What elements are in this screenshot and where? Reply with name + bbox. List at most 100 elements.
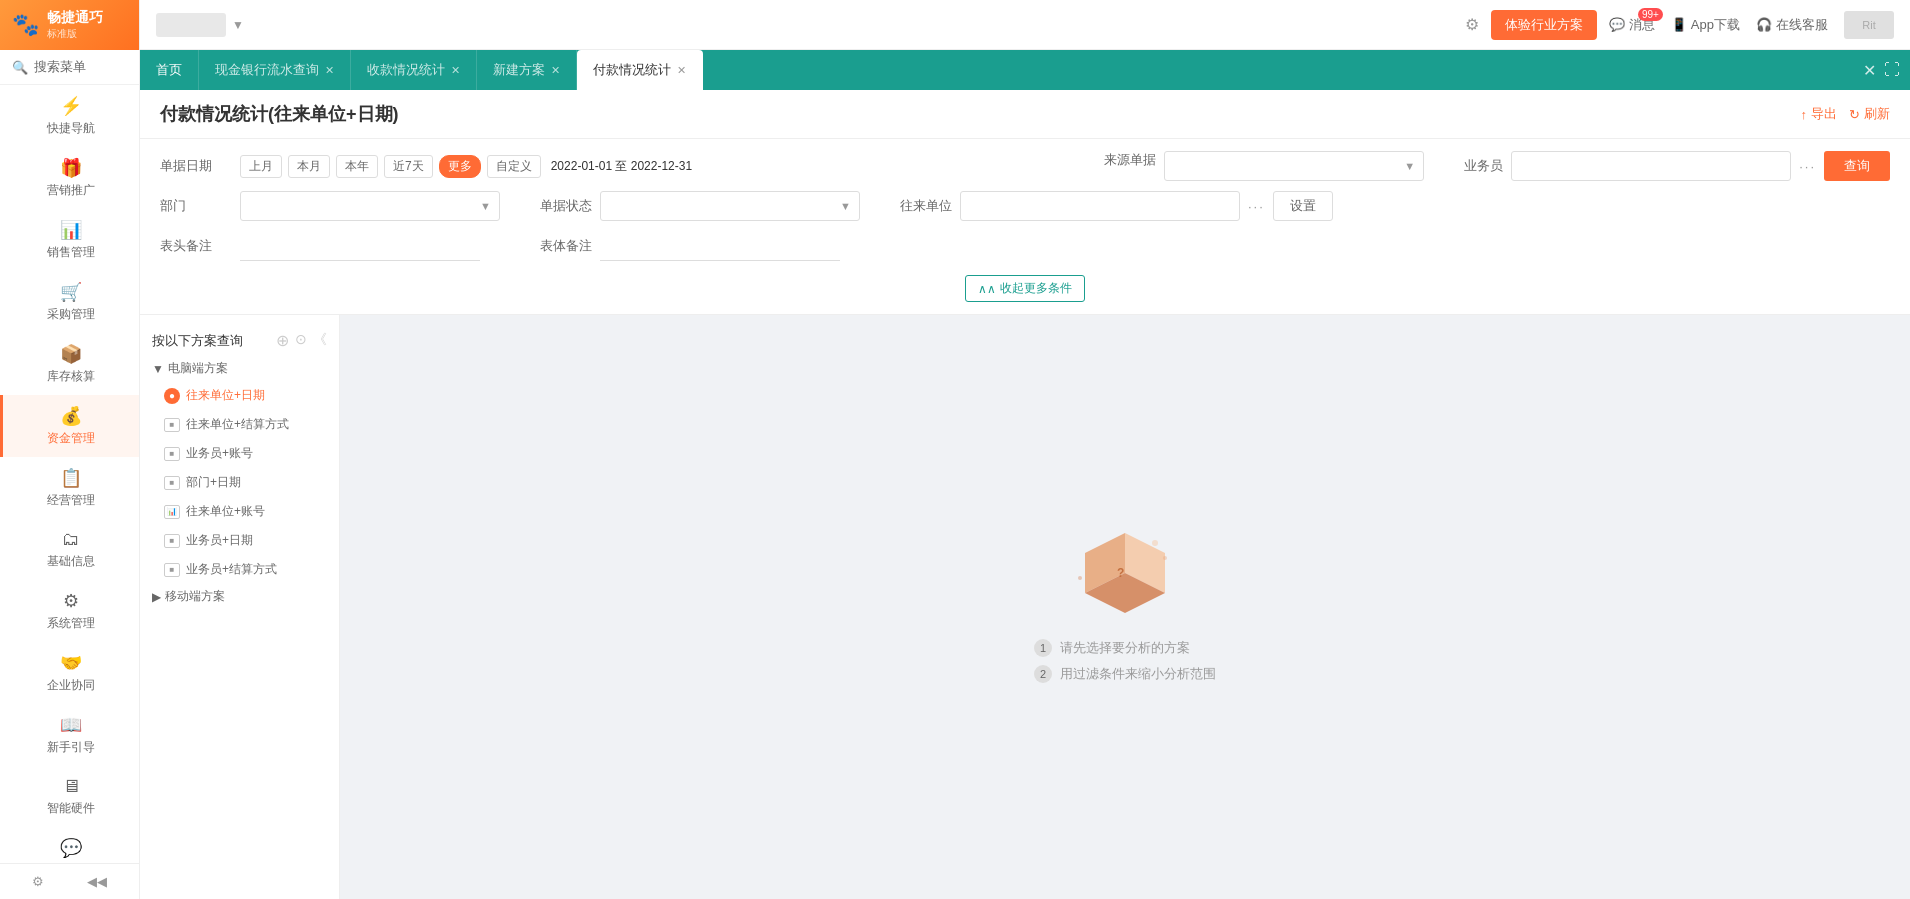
svg-text:?: ? — [1117, 566, 1124, 580]
scheme-item-partner-account[interactable]: 📊 往来单位+账号 — [140, 497, 339, 526]
panel-settings-icon[interactable]: ⊙ — [295, 331, 307, 350]
export-btn[interactable]: ↑ 导出 — [1801, 105, 1838, 123]
refresh-icon: ↻ — [1849, 107, 1860, 122]
topbar-user-avatar: Rit — [1844, 11, 1894, 39]
sidebar-item-label: 采购管理 — [47, 306, 95, 323]
tab-home[interactable]: 首页 — [140, 50, 199, 90]
date-btn-this-month[interactable]: 本月 — [288, 155, 330, 178]
user-dropdown-arrow[interactable]: ▼ — [232, 18, 244, 32]
mobile-scheme-title[interactable]: ▶ 移动端方案 — [140, 584, 339, 609]
sidebar-item-guide[interactable]: 📖 新手引导 — [0, 704, 139, 766]
sidebar-item-operation[interactable]: 📋 经营管理 — [0, 457, 139, 519]
status-filter-label: 单据状态 — [540, 197, 592, 215]
dept-select[interactable]: ▼ — [240, 191, 500, 221]
panel-actions: ⊕ ⊙ 《 — [276, 331, 327, 350]
sidebar-footer: ⚙ ◀◀ — [0, 863, 139, 899]
sidebar-item-finance[interactable]: 💰 资金管理 — [0, 395, 139, 457]
tab-payment-stat[interactable]: 收款情况统计 ✕ — [351, 50, 477, 90]
scheme-item-partner-settle[interactable]: ■ 往来单位+结算方式 — [140, 410, 339, 439]
topbar-user-info: ▼ — [156, 13, 1453, 37]
marketing-icon: 🎁 — [60, 157, 82, 179]
pc-scheme-arrow: ▼ — [152, 362, 164, 376]
empty-tips: 1 请先选择要分析的方案 2 用过滤条件来缩小分析范围 — [1034, 639, 1216, 691]
body-note-input[interactable] — [600, 231, 840, 261]
date-btn-this-year[interactable]: 本年 — [336, 155, 378, 178]
refresh-label: 刷新 — [1864, 105, 1890, 123]
date-btn-7days[interactable]: 近7天 — [384, 155, 433, 178]
collapse-label: 收起更多条件 — [1000, 280, 1072, 297]
sidebar-item-system[interactable]: ⚙ 系统管理 — [0, 580, 139, 642]
logo-icon: 🐾 — [12, 12, 39, 38]
messages-count: 99+ — [1638, 8, 1663, 21]
tab-pay-stat[interactable]: 付款情况统计 ✕ — [577, 50, 703, 90]
headset-icon: 🎧 — [1756, 17, 1772, 32]
source-select[interactable]: ▼ — [1164, 151, 1424, 181]
user-avatar-placeholder — [156, 13, 226, 37]
panel-add-icon[interactable]: ⊕ — [276, 331, 289, 350]
sidebar-item-wechat[interactable]: 💬 企业微信 — [0, 827, 139, 863]
scheme-item-staff-account[interactable]: ■ 业务员+账号 — [140, 439, 339, 468]
sidebar-item-sales[interactable]: 📊 销售管理 — [0, 209, 139, 271]
sidebar: 🐾 畅捷通巧 标准版 🔍 搜索菜单 ⚡ 快捷导航 🎁 营销推广 📊 销售管理 🛒… — [0, 0, 140, 899]
scheme-chart-icon: 📊 — [164, 505, 180, 519]
staff-select[interactable] — [1511, 151, 1791, 181]
tab-bank-close[interactable]: ✕ — [325, 64, 334, 77]
online-service-btn[interactable]: 🎧 在线客服 — [1756, 16, 1828, 34]
scheme-sq-icon: ■ — [164, 534, 180, 548]
scheme-item-staff-date[interactable]: ■ 业务员+日期 — [140, 526, 339, 555]
scheme-item-partner-date[interactable]: ● 往来单位+日期 — [140, 381, 339, 410]
basic-icon: 🗂 — [62, 529, 80, 550]
tab-new-scheme[interactable]: 新建方案 ✕ — [477, 50, 577, 90]
date-filter-label: 单据日期 — [160, 157, 220, 175]
scheme-item-label: 业务员+日期 — [186, 532, 253, 549]
footer-collapse-icon[interactable]: ◀◀ — [87, 874, 107, 889]
status-select[interactable]: ▼ — [600, 191, 860, 221]
staff-dots-btn[interactable]: ··· — [1799, 159, 1816, 174]
scheme-item-label: 往来单位+结算方式 — [186, 416, 289, 433]
tab-payment-close[interactable]: ✕ — [451, 64, 460, 77]
right-content-area: ? 1 请先选择要分析的方案 2 用过滤条件来缩小分析范围 — [340, 315, 1910, 899]
sidebar-item-label: 库存核算 — [47, 368, 95, 385]
page-content: 付款情况统计(往来单位+日期) ↑ 导出 ↻ 刷新 单据日期 — [140, 90, 1910, 899]
date-btn-last-month[interactable]: 上月 — [240, 155, 282, 178]
tabbar-close-btn[interactable]: ✕ — [1863, 61, 1876, 80]
tip-2: 2 用过滤条件来缩小分析范围 — [1034, 665, 1216, 683]
scheme-item-staff-settle[interactable]: ■ 业务员+结算方式 — [140, 555, 339, 584]
refresh-btn[interactable]: ↻ 刷新 — [1849, 105, 1890, 123]
wechat-icon: 💬 — [60, 837, 82, 859]
settings-btn[interactable]: 设置 — [1273, 191, 1333, 221]
staff-filter-label: 业务员 — [1464, 157, 1503, 175]
tab-bank[interactable]: 现金银行流水查询 ✕ — [199, 50, 351, 90]
partner-dots-btn[interactable]: ··· — [1248, 199, 1265, 214]
sidebar-item-marketing[interactable]: 🎁 营销推广 — [0, 147, 139, 209]
date-btn-custom[interactable]: 自定义 — [487, 155, 541, 178]
sales-icon: 📊 — [60, 219, 82, 241]
sidebar-item-enterprise[interactable]: 🤝 企业协同 — [0, 642, 139, 704]
tabbar-expand-btn[interactable]: ⛶ — [1884, 61, 1900, 79]
sidebar-item-inventory[interactable]: 📦 库存核算 — [0, 333, 139, 395]
partner-select[interactable] — [960, 191, 1240, 221]
app-download-btn[interactable]: 📱 App下载 — [1671, 16, 1740, 34]
header-note-input[interactable] — [240, 231, 480, 261]
trial-btn[interactable]: 体验行业方案 — [1491, 10, 1597, 40]
panel-collapse-icon[interactable]: 《 — [313, 331, 327, 350]
sidebar-item-label: 企业协同 — [47, 677, 95, 694]
sidebar-item-quick-nav[interactable]: ⚡ 快捷导航 — [0, 85, 139, 147]
tab-pay-close[interactable]: ✕ — [677, 64, 686, 77]
scheme-item-dept-date[interactable]: ■ 部门+日期 — [140, 468, 339, 497]
query-btn[interactable]: 查询 — [1824, 151, 1890, 181]
collapse-btn[interactable]: ∧∧ 收起更多条件 — [965, 275, 1085, 302]
export-label: 导出 — [1811, 105, 1837, 123]
sidebar-item-purchase[interactable]: 🛒 采购管理 — [0, 271, 139, 333]
tab-new-close[interactable]: ✕ — [551, 64, 560, 77]
sidebar-item-hardware[interactable]: 🖥 智能硬件 — [0, 766, 139, 827]
date-btn-more[interactable]: 更多 — [439, 155, 481, 178]
pc-scheme-title[interactable]: ▼ 电脑端方案 — [140, 356, 339, 381]
tab-payment-label: 收款情况统计 — [367, 61, 445, 79]
sidebar-item-basic[interactable]: 🗂 基础信息 — [0, 519, 139, 580]
finance-icon: 💰 — [60, 405, 82, 427]
search-menu[interactable]: 🔍 搜索菜单 — [0, 50, 139, 85]
footer-settings-icon[interactable]: ⚙ — [32, 874, 44, 889]
messages-btn[interactable]: 💬 消息 99+ — [1609, 16, 1655, 34]
topbar-settings-icon[interactable]: ⚙ — [1465, 15, 1479, 34]
